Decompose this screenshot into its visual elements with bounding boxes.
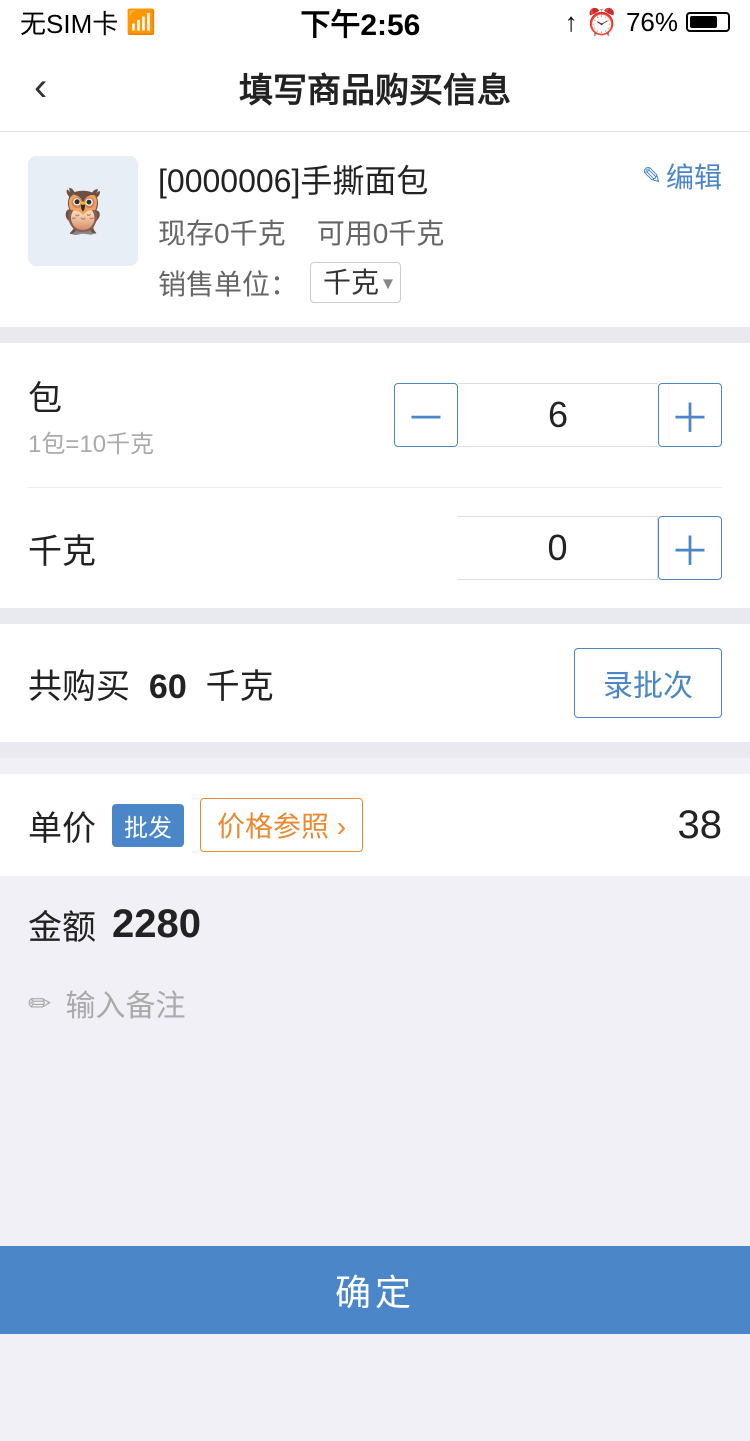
product-name-row: [0000006]手撕面包 ✎ 编辑 xyxy=(158,156,722,202)
back-button[interactable]: ‹ xyxy=(24,55,57,120)
amount-section: 金额 2280 ✏ 输入备注 xyxy=(0,876,750,1053)
product-section: 🦉 [0000006]手撕面包 ✎ 编辑 现存0千克 可用0千克 销售单位： 千… xyxy=(0,132,750,327)
amount-value: 2280 xyxy=(112,902,201,947)
pack-increase-button[interactable]: ＋ xyxy=(658,383,722,447)
amount-label: 金额 xyxy=(28,900,96,949)
product-unit-row: 销售单位： 千克 xyxy=(158,262,722,303)
carrier-label: 无SIM卡 xyxy=(20,4,118,41)
product-stock: 现存0千克 可用0千克 xyxy=(158,212,722,252)
status-right: ↑ ⏰ 76% xyxy=(565,7,730,38)
pack-label-main: 包 xyxy=(28,371,188,420)
summary-text: 共购买 60 千克 xyxy=(28,659,274,708)
divider-2 xyxy=(0,608,750,624)
divider-3 xyxy=(0,742,750,758)
summary-prefix: 共购买 xyxy=(28,668,130,706)
amount-row: 金额 2280 xyxy=(28,900,722,949)
summary-section: 共购买 60 千克 录批次 xyxy=(0,624,750,742)
kg-increase-button[interactable]: ＋ xyxy=(658,516,722,580)
unit-select[interactable]: 千克 xyxy=(310,262,401,303)
remark-placeholder: 输入备注 xyxy=(65,981,185,1025)
price-value: 38 xyxy=(678,803,723,848)
kg-controls: ＋ xyxy=(458,516,722,580)
page-title: 填写商品购买信息 xyxy=(239,63,511,112)
product-image: 🦉 xyxy=(28,156,138,266)
product-info: [0000006]手撕面包 ✎ 编辑 现存0千克 可用0千克 销售单位： 千克 xyxy=(158,156,722,303)
pack-controls: － ＋ xyxy=(394,383,722,447)
kg-quantity-input[interactable] xyxy=(458,516,658,580)
remark-row[interactable]: ✏ 输入备注 xyxy=(28,965,722,1041)
edit-label: 编辑 xyxy=(666,156,722,196)
batch-button[interactable]: 录批次 xyxy=(574,648,722,718)
price-label: 单价 xyxy=(28,801,96,850)
kg-label-main: 千克 xyxy=(28,524,188,573)
wifi-icon: 📶 xyxy=(126,8,156,37)
confirm-button-text: 确定 xyxy=(335,1264,415,1316)
remark-icon: ✏ xyxy=(28,987,51,1020)
stock-label: 现存0千克 xyxy=(158,218,286,249)
input-section: 包 1包=10千克 － ＋ 千克 ＋ xyxy=(0,343,750,608)
location-icon: ↑ xyxy=(565,7,578,38)
available-label: 可用0千克 xyxy=(317,218,445,249)
status-bar: 无SIM卡 📶 下午2:56 ↑ ⏰ 76% xyxy=(0,0,750,44)
kg-input-row: 千克 ＋ xyxy=(28,488,722,608)
pack-label-sub: 1包=10千克 xyxy=(28,424,188,459)
nav-bar: ‹ 填写商品购买信息 xyxy=(0,44,750,132)
price-ref-button[interactable]: 价格参照 › xyxy=(200,798,363,852)
status-time: 下午2:56 xyxy=(300,0,420,44)
divider-1 xyxy=(0,327,750,343)
pack-input-row: 包 1包=10千克 － ＋ xyxy=(28,343,722,488)
battery-percent: 76% xyxy=(626,7,678,38)
confirm-button-area[interactable]: 确定 xyxy=(0,1246,750,1334)
product-name: [0000006]手撕面包 xyxy=(158,156,428,202)
pack-decrease-button[interactable]: － xyxy=(394,383,458,447)
pack-quantity-input[interactable] xyxy=(458,383,658,447)
price-section: 单价 批发 价格参照 › 38 xyxy=(0,774,750,876)
battery-icon xyxy=(686,12,730,32)
price-batch-tag: 批发 xyxy=(112,804,184,847)
unit-label: 销售单位： xyxy=(158,263,298,303)
status-left: 无SIM卡 📶 xyxy=(20,4,156,41)
edit-link[interactable]: ✎ 编辑 xyxy=(642,156,722,196)
unit-select-wrapper[interactable]: 千克 xyxy=(310,262,401,303)
alarm-icon: ⏰ xyxy=(586,7,618,38)
pack-label: 包 1包=10千克 xyxy=(28,371,188,459)
edit-icon: ✎ xyxy=(642,162,662,191)
summary-unit: 千克 xyxy=(206,668,274,706)
product-logo-icon: 🦉 xyxy=(56,185,111,237)
summary-qty: 60 xyxy=(149,668,187,706)
kg-label: 千克 xyxy=(28,524,188,573)
